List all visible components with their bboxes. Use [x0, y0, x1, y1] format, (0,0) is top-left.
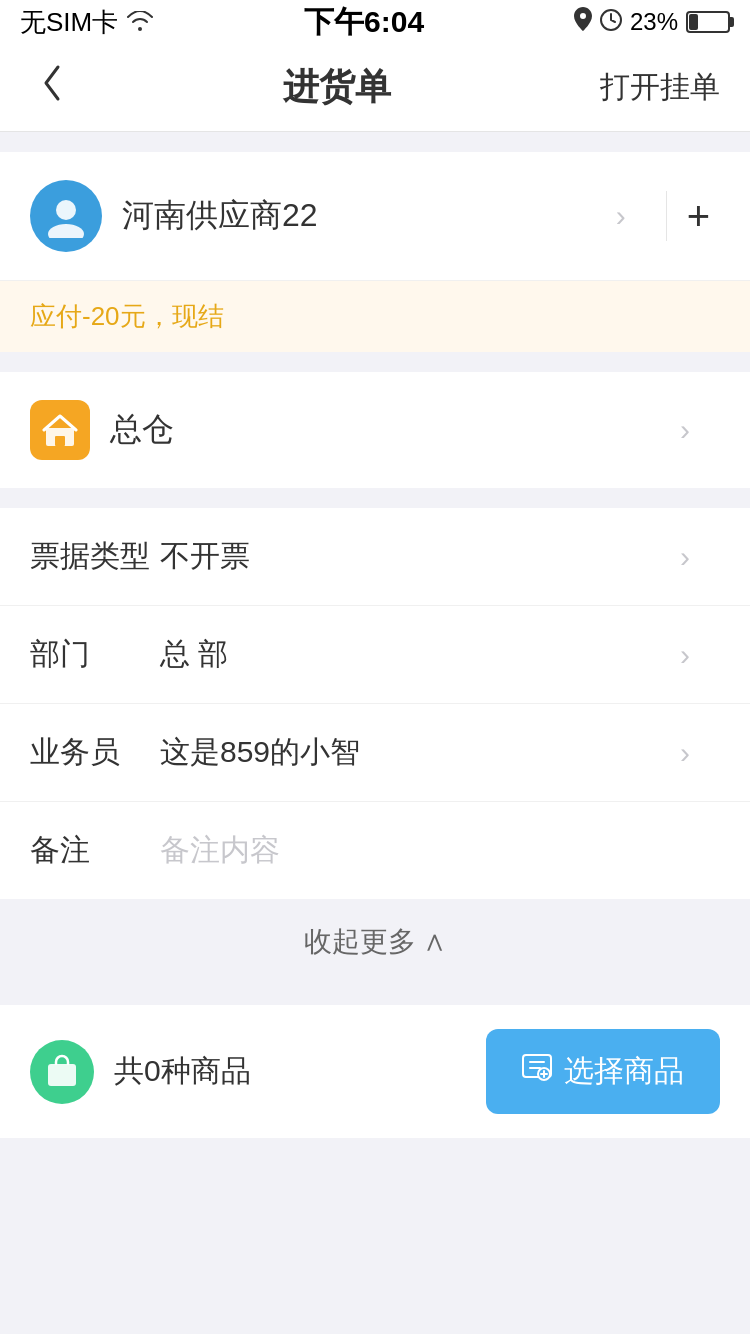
warehouse-row[interactable]: 总仓 › [0, 372, 750, 488]
svg-point-2 [48, 224, 84, 238]
clock-icon [600, 7, 622, 38]
supplier-name: 河南供应商22 [122, 194, 616, 238]
battery-icon [686, 11, 730, 33]
supplier-row[interactable]: 河南供应商22 › + [0, 152, 750, 281]
status-left: 无SIM卡 [20, 5, 154, 40]
salesperson-row[interactable]: 业务员 这是859的小智 › [0, 703, 750, 801]
nav-bar: 进货单 打开挂单 [0, 44, 750, 132]
department-row[interactable]: 部门 总 部 › [0, 605, 750, 703]
warehouse-name: 总仓 [110, 408, 680, 452]
salesperson-label: 业务员 [30, 732, 160, 773]
open-pending-button[interactable]: 打开挂单 [600, 67, 720, 108]
svg-point-1 [56, 200, 76, 220]
section-divider-3 [0, 488, 750, 508]
svg-rect-5 [48, 1064, 76, 1086]
remark-input[interactable]: 备注内容 [160, 830, 720, 871]
collapse-label: 收起更多 ∧ [304, 926, 447, 957]
location-icon [574, 7, 592, 38]
back-button[interactable] [30, 53, 74, 122]
section-divider-2 [0, 352, 750, 372]
product-icon [30, 1040, 94, 1104]
product-count-label: 共0种商品 [114, 1051, 466, 1092]
carrier-label: 无SIM卡 [20, 5, 118, 40]
department-label: 部门 [30, 634, 160, 675]
product-bottom-section: 共0种商品 选择商品 [0, 1005, 750, 1138]
invoice-type-label: 票据类型 [30, 536, 160, 577]
select-product-icon [522, 1054, 552, 1089]
warehouse-section: 总仓 › [0, 372, 750, 488]
warehouse-chevron-icon: › [680, 413, 690, 447]
remark-label: 备注 [30, 830, 160, 871]
department-chevron-icon: › [680, 638, 690, 672]
salesperson-chevron-icon: › [680, 736, 690, 770]
supplier-avatar [30, 180, 102, 252]
invoice-type-value: 不开票 [160, 536, 680, 577]
status-bar: 无SIM卡 下午6:04 23% [0, 0, 750, 44]
battery-percent: 23% [630, 8, 678, 36]
remark-row[interactable]: 备注 备注内容 [0, 801, 750, 899]
invoice-type-chevron-icon: › [680, 540, 690, 574]
supplier-section: 河南供应商22 › + 应付-20元，现结 [0, 152, 750, 352]
invoice-type-row[interactable]: 票据类型 不开票 › [0, 508, 750, 605]
divider [666, 191, 667, 241]
notice-bar: 应付-20元，现结 [0, 281, 750, 352]
notice-text: 应付-20元，现结 [30, 301, 224, 331]
section-divider-1 [0, 132, 750, 152]
page-title: 进货单 [283, 63, 391, 112]
form-section: 票据类型 不开票 › 部门 总 部 › 业务员 这是859的小智 › 备注 备注… [0, 508, 750, 899]
department-value: 总 部 [160, 634, 680, 675]
time-label: 下午6:04 [304, 2, 424, 43]
svg-rect-4 [55, 436, 65, 446]
status-right: 23% [574, 7, 730, 38]
collapse-button[interactable]: 收起更多 ∧ [0, 899, 750, 985]
section-divider-4 [0, 985, 750, 1005]
main-background [0, 1138, 750, 1334]
warehouse-icon [30, 400, 90, 460]
supplier-chevron-icon: › [616, 199, 626, 233]
add-supplier-button[interactable]: + [677, 194, 720, 239]
wifi-icon [126, 7, 154, 38]
salesperson-value: 这是859的小智 [160, 732, 680, 773]
select-product-button[interactable]: 选择商品 [486, 1029, 720, 1114]
select-product-label: 选择商品 [564, 1051, 684, 1092]
